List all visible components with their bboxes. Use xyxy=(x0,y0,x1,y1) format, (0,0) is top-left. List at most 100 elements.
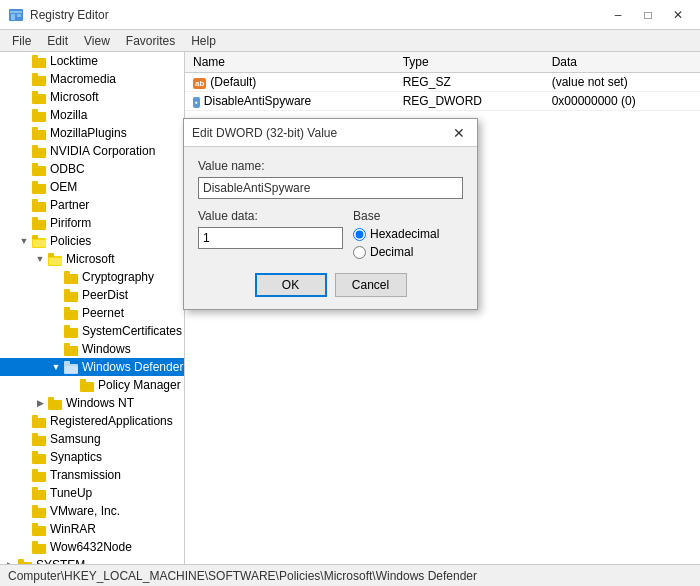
tree-label-macromedia: Macromedia xyxy=(48,72,116,86)
dialog-buttons: OK Cancel xyxy=(198,273,463,297)
close-button[interactable]: ✕ xyxy=(664,4,692,26)
toggle-policies[interactable] xyxy=(16,233,32,249)
value-name-input[interactable] xyxy=(198,177,463,199)
table-row-default[interactable]: ab(Default) REG_SZ (value not set) xyxy=(185,73,700,92)
folder-icon-synaptics xyxy=(32,451,48,464)
toggle-windows-nt[interactable] xyxy=(32,395,48,411)
folder-icon-transmission xyxy=(32,469,48,482)
tree-item-piriform[interactable]: Piriform xyxy=(0,214,184,232)
value-data-input[interactable] xyxy=(198,227,343,249)
tree-item-system[interactable]: SYSTEM xyxy=(0,556,184,564)
tree-label-policies-microsoft: Microsoft xyxy=(64,252,115,266)
folder-icon-regapps xyxy=(32,415,48,428)
folder-icon-vmware xyxy=(32,505,48,518)
folder-icon-policy-manager xyxy=(80,379,96,392)
folder-icon-policies-microsoft xyxy=(48,253,64,266)
value-name-label: Value name: xyxy=(198,159,463,173)
tree-label-windows: Windows xyxy=(80,342,131,356)
tree-label-vmware: VMware, Inc. xyxy=(48,504,120,518)
folder-icon-policies xyxy=(32,235,48,248)
dialog-row: Value data: Base Hexadecimal Decimal xyxy=(198,209,463,263)
tree-item-peernet[interactable]: Peernet xyxy=(0,304,184,322)
tree-item-mozilla[interactable]: Mozilla xyxy=(0,106,184,124)
cancel-button[interactable]: Cancel xyxy=(335,273,407,297)
folder-icon-system xyxy=(18,559,34,565)
icon-ab-default: ab xyxy=(193,78,206,89)
col-type: Type xyxy=(395,52,544,73)
tree-item-vmware[interactable]: VMware, Inc. xyxy=(0,502,184,520)
col-name: Name xyxy=(185,52,395,73)
tree-label-regapps: RegisteredApplications xyxy=(48,414,173,428)
tree-item-odbc[interactable]: ODBC xyxy=(0,160,184,178)
folder-icon-winrar xyxy=(32,523,48,536)
tree-label-piriform: Piriform xyxy=(48,216,91,230)
toggle-system[interactable] xyxy=(2,557,18,564)
menu-edit[interactable]: Edit xyxy=(39,32,76,50)
radio-hex-input[interactable] xyxy=(353,228,366,241)
toggle-policies-microsoft[interactable] xyxy=(32,251,48,267)
menu-file[interactable]: File xyxy=(4,32,39,50)
row-name-antispyware: ▪DisableAntiSpyware xyxy=(185,92,395,111)
folder-icon-windows-nt xyxy=(48,397,64,410)
tree-item-windows-nt[interactable]: Windows NT xyxy=(0,394,184,412)
menu-favorites[interactable]: Favorites xyxy=(118,32,183,50)
tree-label-policy-manager: Policy Manager xyxy=(96,378,181,392)
base-area: Base Hexadecimal Decimal xyxy=(353,209,463,263)
tree-item-policy-manager[interactable]: Policy Manager xyxy=(0,376,184,394)
row-data-antispyware: 0x00000000 (0) xyxy=(544,92,700,111)
folder-icon-microsoft xyxy=(32,91,48,104)
tree-item-cryptography[interactable]: Cryptography xyxy=(0,268,184,286)
ok-button[interactable]: OK xyxy=(255,273,327,297)
tree-item-mozillaplugins[interactable]: MozillaPlugins xyxy=(0,124,184,142)
tree-item-policies-microsoft[interactable]: Microsoft xyxy=(0,250,184,268)
tree-item-regapps[interactable]: RegisteredApplications xyxy=(0,412,184,430)
folder-icon-windows xyxy=(64,343,80,356)
tree-item-synaptics[interactable]: Synaptics xyxy=(0,448,184,466)
table-row-disable-antispyware[interactable]: ▪DisableAntiSpyware REG_DWORD 0x00000000… xyxy=(185,92,700,111)
minimize-button[interactable]: – xyxy=(604,4,632,26)
menu-bar: File Edit View Favorites Help xyxy=(0,30,700,52)
tree-item-microsoft[interactable]: Microsoft xyxy=(0,88,184,106)
tree-label-synaptics: Synaptics xyxy=(48,450,102,464)
icon-reg-antispyware: ▪ xyxy=(193,97,200,108)
toggle-windows-defender[interactable] xyxy=(48,359,64,375)
maximize-button[interactable]: □ xyxy=(634,4,662,26)
menu-view[interactable]: View xyxy=(76,32,118,50)
tree-item-winrar[interactable]: WinRAR xyxy=(0,520,184,538)
tree-item-wow6432node[interactable]: Wow6432Node xyxy=(0,538,184,556)
tree-item-oem[interactable]: OEM xyxy=(0,178,184,196)
tree-item-windows-defender[interactable]: Windows Defender xyxy=(0,358,184,376)
tree-label-mozillaplugins: MozillaPlugins xyxy=(48,126,127,140)
tree-label-nvidia: NVIDIA Corporation xyxy=(48,144,155,158)
tree-label-peerdist: PeerDist xyxy=(80,288,128,302)
dialog-close-button[interactable]: ✕ xyxy=(449,123,469,143)
dialog-title: Edit DWORD (32-bit) Value xyxy=(192,126,337,140)
tree-item-samsung[interactable]: Samsung xyxy=(0,430,184,448)
folder-icon-peernet xyxy=(64,307,80,320)
tree-item-policies[interactable]: Policies xyxy=(0,232,184,250)
tree-item-locktime[interactable]: Locktime xyxy=(0,52,184,70)
folder-icon-macromedia xyxy=(32,73,48,86)
tree-item-windows[interactable]: Windows xyxy=(0,340,184,358)
tree-item-systemcerts[interactable]: SystemCertificates xyxy=(0,322,184,340)
tree-item-transmission[interactable]: Transmission xyxy=(0,466,184,484)
tree-label-wow6432node: Wow6432Node xyxy=(48,540,132,554)
status-bar: Computer\HKEY_LOCAL_MACHINE\SOFTWARE\Pol… xyxy=(0,564,700,586)
tree-item-partner[interactable]: Partner xyxy=(0,196,184,214)
tree-item-macromedia[interactable]: Macromedia xyxy=(0,70,184,88)
folder-icon-nvidia xyxy=(32,145,48,158)
folder-icon-locktime xyxy=(32,55,48,68)
radio-hexadecimal[interactable]: Hexadecimal xyxy=(353,227,463,241)
radio-dec-input[interactable] xyxy=(353,246,366,259)
svg-rect-1 xyxy=(10,11,22,13)
svg-rect-2 xyxy=(11,14,15,20)
tree-item-peerdist[interactable]: PeerDist xyxy=(0,286,184,304)
menu-help[interactable]: Help xyxy=(183,32,224,50)
folder-icon-oem xyxy=(32,181,48,194)
tree-item-tuneup[interactable]: TuneUp xyxy=(0,484,184,502)
tree-label-windows-defender: Windows Defender xyxy=(80,360,183,374)
tree-panel[interactable]: Locktime Macromedia Microsoft Mozilla Mo xyxy=(0,52,185,564)
folder-icon-peerdist xyxy=(64,289,80,302)
tree-item-nvidia[interactable]: NVIDIA Corporation xyxy=(0,142,184,160)
radio-decimal[interactable]: Decimal xyxy=(353,245,463,259)
